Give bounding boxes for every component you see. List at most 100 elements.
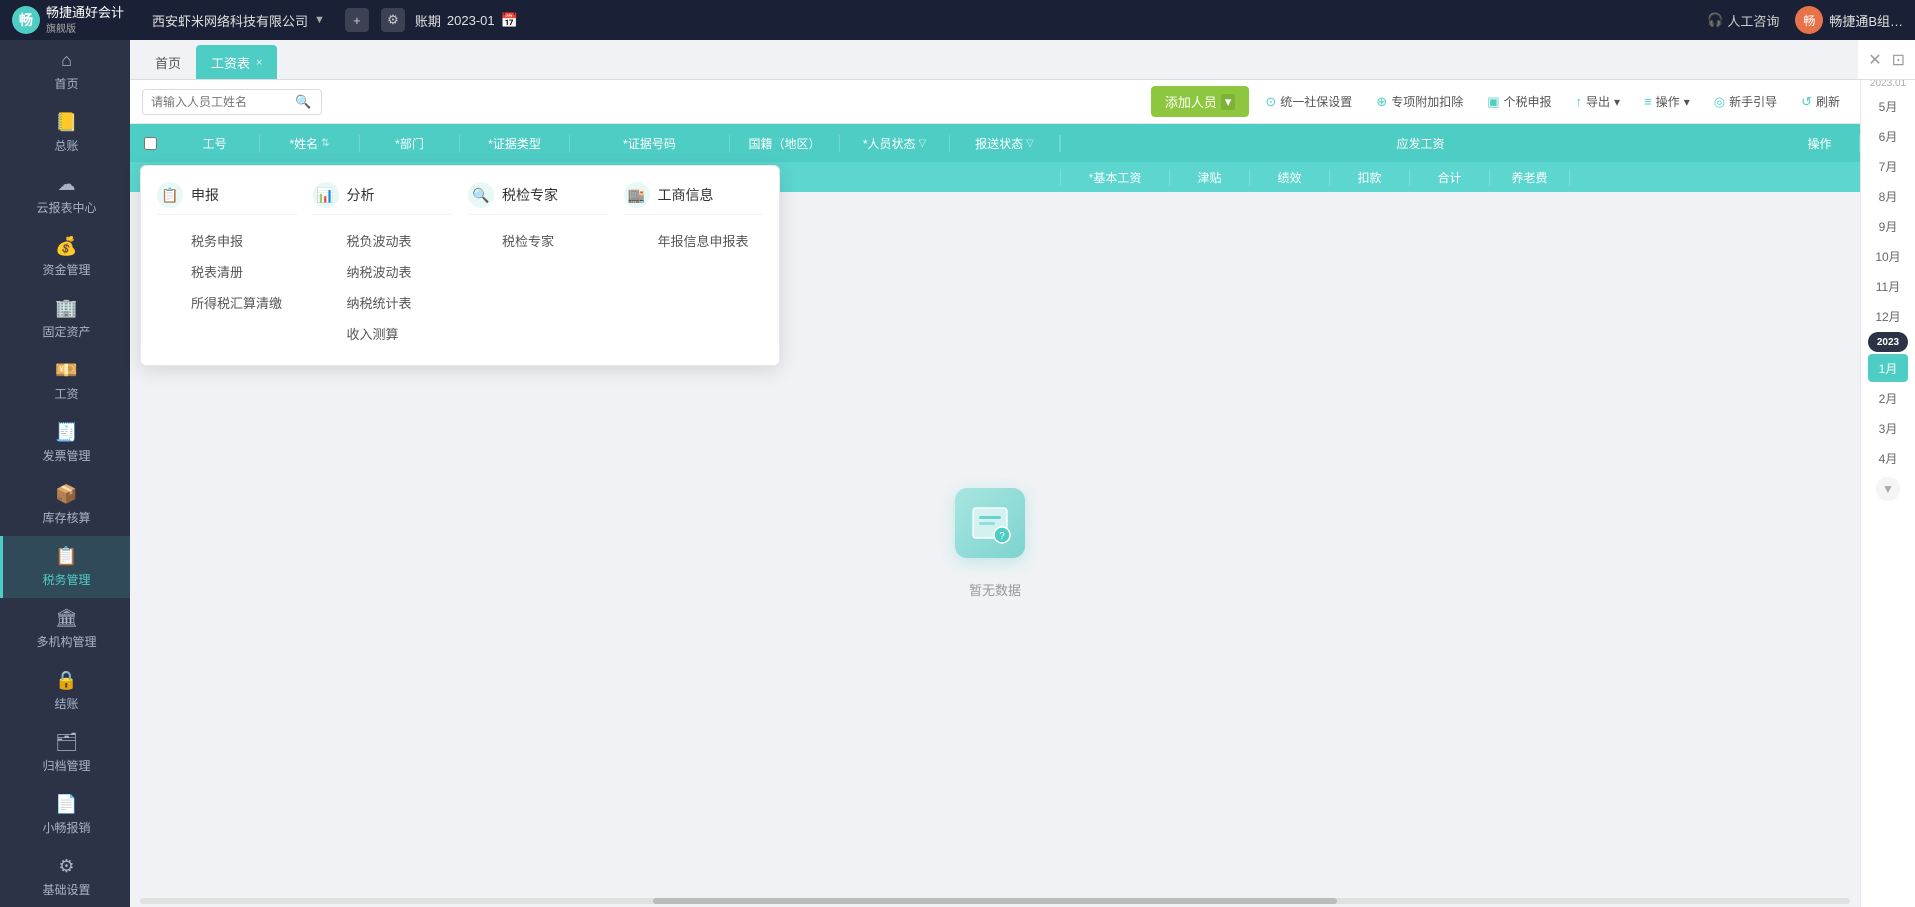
- operations-button[interactable]: ≡ 操作 ▾: [1636, 89, 1698, 114]
- user-area[interactable]: 畅 畅捷通B组…: [1795, 6, 1903, 34]
- dropdown-item-income-calc[interactable]: 收入测算: [313, 318, 453, 349]
- sidebar: ⌂ 首页 📒 总账 ☁ 云报表中心 💰 资金管理 🏢 固定资产 💴 工资 🧾 发…: [0, 40, 130, 907]
- current-year-badge: 2023: [1868, 332, 1908, 352]
- tax-report-icon: ▣: [1487, 94, 1499, 110]
- sidebar-item-salary[interactable]: 💴 工资: [0, 350, 130, 412]
- table-header-row1: 工号 *姓名 ⇅ *部门 *证据类型 *证据号码 国籍（地区）: [130, 124, 1860, 162]
- assets-icon: 🏢: [55, 298, 77, 319]
- scroll-track[interactable]: [140, 898, 1850, 904]
- operations-label: 操作: [1656, 93, 1680, 110]
- window-maximize-icon[interactable]: ⊡: [1892, 50, 1905, 70]
- horizontal-scrollbar[interactable]: [130, 895, 1860, 907]
- tax-report-button[interactable]: ▣ 个税申报: [1479, 89, 1559, 114]
- sidebar-item-inventory[interactable]: 📦 库存核算: [0, 474, 130, 536]
- month-item-7[interactable]: 7月: [1868, 152, 1908, 180]
- tab-salary[interactable]: 工资表 ×: [196, 45, 277, 79]
- dropdown-item-tax-table[interactable]: 税表清册: [157, 256, 297, 287]
- sidebar-item-tax[interactable]: 📋 税务管理: [0, 536, 130, 598]
- sidebar-item-label: 税务管理: [42, 571, 90, 588]
- search-input[interactable]: [151, 95, 291, 109]
- month-item-4[interactable]: 4月: [1868, 444, 1908, 472]
- salary-icon: 💴: [55, 360, 77, 381]
- sidebar-item-label: 发票管理: [42, 447, 90, 464]
- search-input-wrap[interactable]: 🔍: [142, 89, 322, 115]
- social-insurance-icon: ⊙: [1265, 94, 1276, 110]
- dropdown-item-tax-expert[interactable]: 税检专家: [468, 225, 608, 256]
- sidebar-item-label: 总账: [54, 137, 78, 154]
- dropdown-item-income-tax[interactable]: 所得税汇算清缴: [157, 287, 297, 318]
- avatar: 畅: [1795, 6, 1823, 34]
- tab-home-label: 首页: [155, 53, 181, 72]
- sidebar-item-cloud-report[interactable]: ☁ 云报表中心: [0, 164, 130, 226]
- th-name[interactable]: *姓名 ⇅: [260, 135, 360, 152]
- th-report-status[interactable]: 报送状态 ▽: [950, 135, 1060, 152]
- dropdown-item-tax-burden[interactable]: 税负波动表: [313, 225, 453, 256]
- sidebar-item-multi-org[interactable]: 🏛 多机构管理: [0, 598, 130, 660]
- tab-home[interactable]: 首页: [140, 45, 196, 79]
- dropdown-item-tax-stats[interactable]: 纳税统计表: [313, 287, 453, 318]
- month-item-6[interactable]: 6月: [1868, 122, 1908, 150]
- month-item-3[interactable]: 3月: [1868, 414, 1908, 442]
- refresh-button[interactable]: ↺ 刷新: [1793, 89, 1848, 114]
- tab-salary-label: 工资表: [211, 53, 250, 72]
- sidebar-item-archive[interactable]: 🗂 归档管理: [0, 722, 130, 784]
- special-deduct-button[interactable]: ⊕ 专项附加扣除: [1368, 89, 1471, 114]
- top-bar: 畅 畅捷通好会计 旗舰版 西安虾米网络科技有限公司 ▼ + ⚙ 账期 2023-…: [0, 0, 1915, 40]
- dropdown-item-annual-report[interactable]: 年报信息申报表: [624, 225, 764, 256]
- month-item-10[interactable]: 10月: [1868, 242, 1908, 270]
- sidebar-item-ledger[interactable]: 📒 总账: [0, 102, 130, 164]
- month-item-2[interactable]: 2月: [1868, 384, 1908, 412]
- export-button[interactable]: ↑ 导出 ▾: [1568, 89, 1629, 114]
- tab-bar: 首页 工资表 ×: [130, 40, 1860, 80]
- shenb-icon: 📋: [157, 182, 183, 208]
- header-checkbox-cell[interactable]: [130, 137, 170, 150]
- calendar-icon[interactable]: 📅: [501, 12, 518, 29]
- scroll-down-arrow[interactable]: ▼: [1876, 477, 1900, 501]
- th-status[interactable]: *人员状态 ▽: [840, 135, 950, 152]
- settings-icon[interactable]: ⚙: [381, 8, 405, 32]
- dropdown-item-tax-dynamic[interactable]: 纳税波动表: [313, 256, 453, 287]
- window-close-icon[interactable]: ✕: [1868, 50, 1881, 70]
- cloud-icon: ☁: [58, 174, 76, 195]
- month-item-8[interactable]: 8月: [1868, 182, 1908, 210]
- sort-icon: ⇅: [321, 138, 329, 149]
- period-value: 2023-01: [447, 13, 495, 28]
- sidebar-item-xiao-chang[interactable]: 📄 小畅报销: [0, 784, 130, 846]
- sidebar-item-home[interactable]: ⌂ 首页: [0, 40, 130, 102]
- headset-icon: 🎧: [1707, 12, 1723, 28]
- month-item-11[interactable]: 11月: [1868, 272, 1908, 300]
- guide-button[interactable]: ◎ 新手引导: [1706, 89, 1785, 114]
- social-insurance-button[interactable]: ⊙ 统一社保设置: [1257, 89, 1360, 114]
- select-all-checkbox[interactable]: [144, 137, 157, 150]
- special-deduct-icon: ⊕: [1376, 94, 1387, 110]
- dropdown-section-zhuanjia: 🔍 税检专家 税检专家: [468, 182, 608, 349]
- dropdown-item-tax-report[interactable]: 税务申报: [157, 225, 297, 256]
- sidebar-item-closing[interactable]: 🔒 结账: [0, 660, 130, 722]
- tax-icon: 📋: [55, 546, 77, 567]
- add-company-button[interactable]: +: [345, 8, 369, 32]
- th-cert-no: *证据号码: [570, 135, 730, 152]
- tax-report-label: 个税申报: [1504, 93, 1552, 110]
- export-icon: ↑: [1576, 94, 1583, 109]
- sidebar-item-fixed-assets[interactable]: 🏢 固定资产: [0, 288, 130, 350]
- company-selector[interactable]: 西安虾米网络科技有限公司 ▼: [152, 11, 325, 30]
- sidebar-item-invoice[interactable]: 🧾 发票管理: [0, 412, 130, 474]
- close-icon[interactable]: ×: [256, 57, 262, 69]
- fenxi-icon: 📊: [313, 182, 339, 208]
- invoice-icon: 🧾: [55, 422, 77, 443]
- sidebar-item-settings[interactable]: ⚙ 基础设置: [0, 846, 130, 907]
- search-icon: 🔍: [295, 94, 311, 110]
- chevron-down-icon: ▾: [1684, 95, 1690, 109]
- sidebar-item-label: 工资: [54, 385, 78, 402]
- scroll-thumb[interactable]: [653, 898, 1337, 904]
- section-title-fenxi: 📊 分析: [313, 182, 453, 215]
- sidebar-item-fund[interactable]: 💰 资金管理: [0, 226, 130, 288]
- add-person-button[interactable]: 添加人员 ▾: [1151, 86, 1250, 117]
- month-item-12[interactable]: 12月: [1868, 302, 1908, 330]
- dropdown-section-fenxi: 📊 分析 税负波动表 纳税波动表 纳税统计表 收入测算: [313, 182, 453, 349]
- month-item-5[interactable]: 5月: [1868, 92, 1908, 120]
- service-button[interactable]: 🎧 人工咨询: [1707, 11, 1779, 30]
- closing-icon: 🔒: [55, 670, 77, 691]
- month-item-1[interactable]: 1月: [1868, 354, 1908, 382]
- month-item-9[interactable]: 9月: [1868, 212, 1908, 240]
